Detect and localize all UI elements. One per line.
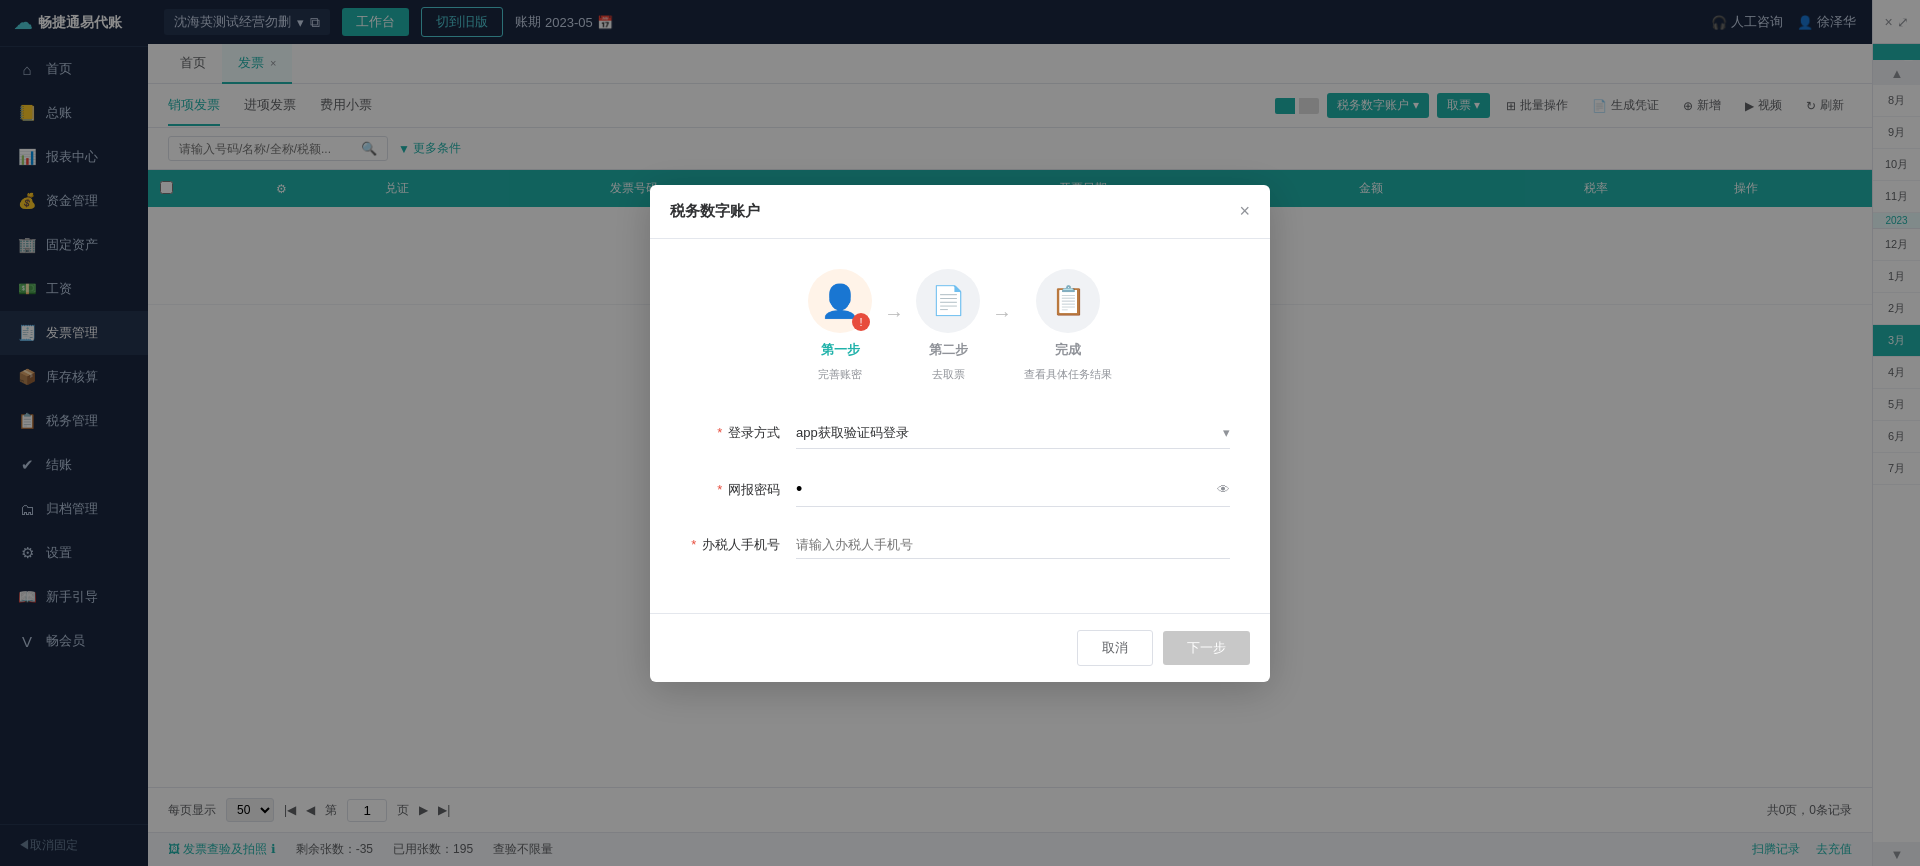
step-3-label: 完成: [1055, 341, 1081, 359]
step-3-circle: 📋: [1036, 269, 1100, 333]
dialog-body: 👤 ! 第一步 完善账密 → 📄 第二步 去取票 →: [650, 239, 1270, 613]
required-mark: *: [717, 425, 722, 440]
required-mark-3: *: [691, 537, 696, 552]
step-3-icon: 📋: [1051, 284, 1086, 317]
step-1-badge: !: [852, 313, 870, 331]
phone-field: [796, 531, 1230, 559]
login-method-value: app获取验证码登录: [796, 424, 909, 442]
step-2-sublabel: 去取票: [932, 367, 965, 382]
password-input[interactable]: [796, 479, 1217, 500]
step-3: 📋 完成 查看具体任务结果: [1024, 269, 1112, 382]
step-2-label: 第二步: [929, 341, 968, 359]
password-label: * 网报密码: [690, 481, 780, 499]
phone-row: * 办税人手机号: [690, 531, 1230, 559]
login-method-row: * 登录方式 app获取验证码登录 ▾: [690, 418, 1230, 449]
steps: 👤 ! 第一步 完善账密 → 📄 第二步 去取票 →: [690, 269, 1230, 382]
step-1-label: 第一步: [821, 341, 860, 359]
step-1-icon: 👤: [820, 282, 860, 320]
required-mark-2: *: [717, 482, 722, 497]
step-2-circle: 📄: [916, 269, 980, 333]
phone-label: * 办税人手机号: [690, 536, 780, 554]
login-method-select[interactable]: app获取验证码登录 ▾: [796, 418, 1230, 449]
dialog-close-btn[interactable]: ×: [1239, 201, 1250, 222]
step-1-circle: 👤 !: [808, 269, 872, 333]
dialog-title: 税务数字账户: [670, 202, 760, 221]
step-1: 👤 ! 第一步 完善账密: [808, 269, 872, 382]
dialog-overlay: 税务数字账户 × 👤 ! 第一步 完善账密 → �: [0, 0, 1920, 866]
eye-icon[interactable]: 👁: [1217, 482, 1230, 497]
password-row: * 网报密码 👁: [690, 473, 1230, 507]
next-button[interactable]: 下一步: [1163, 631, 1250, 665]
login-method-label: * 登录方式: [690, 424, 780, 442]
step-arrow-1: →: [884, 302, 904, 349]
step-2-icon: 📄: [931, 284, 966, 317]
phone-input[interactable]: [796, 537, 1230, 552]
select-arrow-icon: ▾: [1223, 425, 1230, 440]
step-1-sublabel: 完善账密: [818, 367, 862, 382]
tax-digital-dialog: 税务数字账户 × 👤 ! 第一步 完善账密 → �: [650, 185, 1270, 682]
step-2: 📄 第二步 去取票: [916, 269, 980, 382]
step-3-sublabel: 查看具体任务结果: [1024, 367, 1112, 382]
dialog-header: 税务数字账户 ×: [650, 185, 1270, 239]
dialog-footer: 取消 下一步: [650, 613, 1270, 682]
password-field: 👁: [796, 473, 1230, 507]
step-arrow-2: →: [992, 302, 1012, 349]
cancel-button[interactable]: 取消: [1077, 630, 1153, 666]
